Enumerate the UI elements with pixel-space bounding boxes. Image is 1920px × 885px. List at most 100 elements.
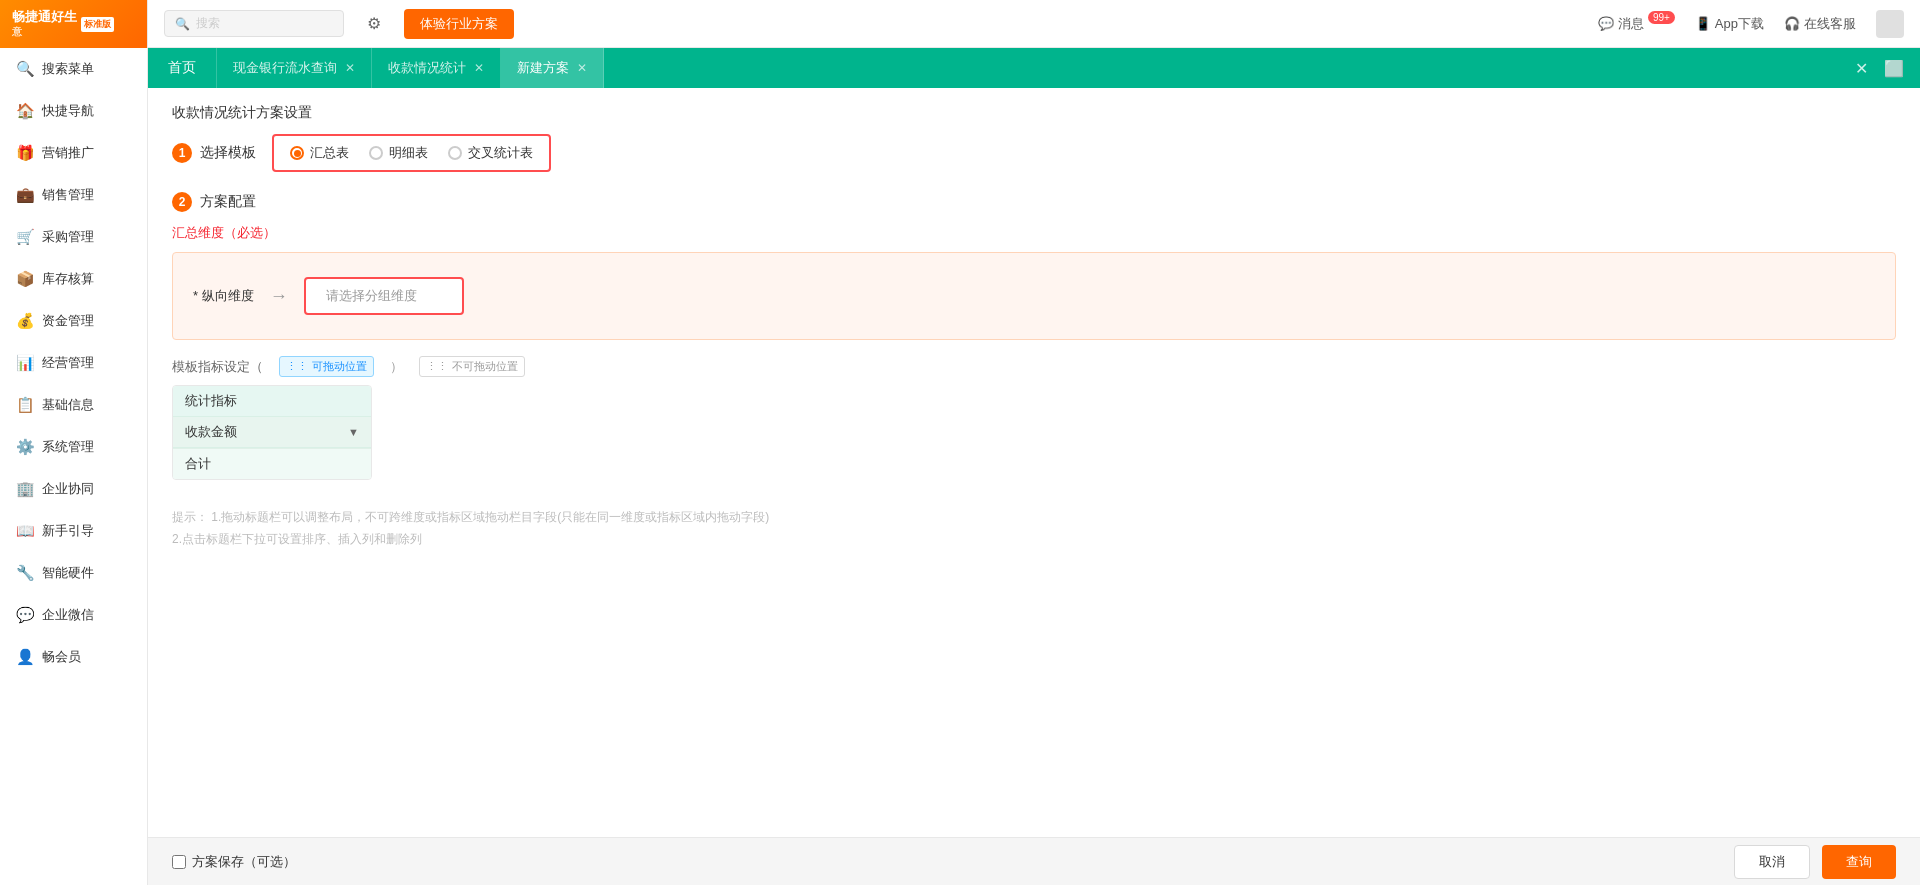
sidebar-item-label: 快捷导航 <box>42 102 94 120</box>
sidebar-item-label: 系统管理 <box>42 438 94 456</box>
dimension-row: * 纵向维度 → 请选择分组维度 <box>193 277 1875 315</box>
logo-sub: 意 <box>12 25 77 39</box>
tab-receipt-stats[interactable]: 收款情况统计 ✕ <box>372 48 501 88</box>
radio-detail-label: 明细表 <box>389 144 428 162</box>
tab-bank-flow-label: 现金银行流水查询 <box>233 59 337 77</box>
radio-detail[interactable]: 明细表 <box>369 144 428 162</box>
sidebar-item-label: 畅会员 <box>42 648 81 666</box>
arrow-icon: → <box>270 286 288 307</box>
radio-summary-btn[interactable] <box>290 146 304 160</box>
dimension-area: * 纵向维度 → 请选择分组维度 <box>172 252 1896 340</box>
tabbar: 首页 现金银行流水查询 ✕ 收款情况统计 ✕ 新建方案 ✕ ✕ ⬜ <box>148 48 1920 88</box>
tab-new-plan[interactable]: 新建方案 ✕ <box>501 48 604 88</box>
member-icon: 👤 <box>16 648 34 666</box>
user-avatar[interactable] <box>1876 10 1904 38</box>
marketing-icon: 🎁 <box>16 144 34 162</box>
dimension-label: 汇总维度（必选） <box>172 224 1896 242</box>
sidebar-item-sales[interactable]: 💼 销售管理 <box>0 174 147 216</box>
sidebar-item-search-menu[interactable]: 🔍 搜索菜单 <box>0 48 147 90</box>
section1-num: 1 <box>172 143 192 163</box>
base-info-icon: 📋 <box>16 396 34 414</box>
section2: 2 方案配置 汇总维度（必选） * 纵向维度 → 请选择分组维度 <box>172 192 1896 550</box>
tab-home[interactable]: 首页 <box>148 48 217 88</box>
indicators-label: 模板指标设定（ ⋮⋮ 可拖动位置 ） ⋮⋮ 不可拖动位置 <box>172 356 1896 377</box>
sidebar-item-finance[interactable]: 💰 资金管理 <box>0 300 147 342</box>
sidebar-item-label: 营销推广 <box>42 144 94 162</box>
tab-receipt-stats-close[interactable]: ✕ <box>474 61 484 75</box>
tab-bank-flow[interactable]: 现金银行流水查询 ✕ <box>217 48 372 88</box>
sidebar-item-operations[interactable]: 📊 经营管理 <box>0 342 147 384</box>
draggable-tag: ⋮⋮ 可拖动位置 <box>279 356 374 377</box>
page-title: 收款情况统计方案设置 <box>172 104 1896 134</box>
tab-maximize-icon[interactable]: ⬜ <box>1880 55 1908 82</box>
sidebar-item-inventory[interactable]: 📦 库存核算 <box>0 258 147 300</box>
radio-detail-btn[interactable] <box>369 146 383 160</box>
footer: 方案保存（可选） 取消 查询 <box>148 837 1920 885</box>
message-icon: 💬 <box>1598 16 1614 31</box>
radio-summary[interactable]: 汇总表 <box>290 144 349 162</box>
no-drag-indicator-icon: ⋮⋮ <box>426 360 448 373</box>
sidebar-item-base-info[interactable]: 📋 基础信息 <box>0 384 147 426</box>
sidebar-item-quick-nav[interactable]: 🏠 快捷导航 <box>0 90 147 132</box>
support-button[interactable]: 🎧 在线客服 <box>1784 15 1856 33</box>
indicators-section: 模板指标设定（ ⋮⋮ 可拖动位置 ） ⋮⋮ 不可拖动位置 统计指标 <box>172 356 1896 483</box>
newbie-icon: 📖 <box>16 522 34 540</box>
tab-bank-flow-close[interactable]: ✕ <box>345 61 355 75</box>
tabbar-actions: ✕ ⬜ <box>1851 55 1920 82</box>
tab-new-plan-close[interactable]: ✕ <box>577 61 587 75</box>
radio-cross-btn[interactable] <box>448 146 462 160</box>
indicator-separator: ） <box>390 358 403 376</box>
sidebar-item-enterprise-wechat[interactable]: 💬 企业微信 <box>0 594 147 636</box>
message-button[interactable]: 💬 消息 99+ <box>1598 15 1675 33</box>
sidebar-item-label: 企业微信 <box>42 606 94 624</box>
sidebar-item-system[interactable]: ⚙️ 系统管理 <box>0 426 147 468</box>
logo-text: 畅捷通好生 <box>12 9 77 25</box>
dimension-select[interactable]: 请选择分组维度 <box>304 277 464 315</box>
trial-button[interactable]: 体验行业方案 <box>404 9 514 39</box>
sidebar-logo: 畅捷通好生 意 标准版 <box>0 0 147 48</box>
vertical-dim-label: * 纵向维度 <box>193 287 254 305</box>
content-area: 收款情况统计方案设置 1 选择模板 汇总表 明细表 交叉统计 <box>148 88 1920 837</box>
sidebar-item-label: 企业协同 <box>42 480 94 498</box>
sidebar-item-label: 搜索菜单 <box>42 60 94 78</box>
chevron-down-icon: ▼ <box>348 426 359 438</box>
edition-tag: 标准版 <box>81 17 114 32</box>
stats-table-header: 统计指标 <box>173 386 371 416</box>
sidebar: 畅捷通好生 意 标准版 🔍 搜索菜单 🏠 快捷导航 🎁 营销推广 💼 销售管理 … <box>0 0 148 885</box>
support-label: 在线客服 <box>1804 15 1856 33</box>
section2-num: 2 <box>172 192 192 212</box>
main-area: 🔍 搜索 ⚙ 体验行业方案 💬 消息 99+ 📱 App下载 🎧 在线客服 首页 <box>148 0 1920 885</box>
stats-col-header[interactable]: 收款金额 ▼ <box>173 416 371 448</box>
hints-area: 提示： 1.拖动标题栏可以调整布局，不可跨维度或指标区域拖动栏目字段(只能在同一… <box>172 507 1896 550</box>
tab-close-all-icon[interactable]: ✕ <box>1851 55 1872 82</box>
tab-receipt-stats-label: 收款情况统计 <box>388 59 466 77</box>
query-button[interactable]: 查询 <box>1822 845 1896 879</box>
radio-summary-label: 汇总表 <box>310 144 349 162</box>
settings-icon[interactable]: ⚙ <box>360 10 388 38</box>
section1-title: 选择模板 <box>200 144 256 162</box>
radio-cross[interactable]: 交叉统计表 <box>448 144 533 162</box>
purchase-icon: 🛒 <box>16 228 34 246</box>
cancel-button[interactable]: 取消 <box>1734 845 1810 879</box>
download-label: App下载 <box>1715 15 1764 33</box>
support-icon: 🎧 <box>1784 16 1800 31</box>
tab-new-plan-label: 新建方案 <box>517 59 569 77</box>
radio-cross-label: 交叉统计表 <box>468 144 533 162</box>
enterprise-collab-icon: 🏢 <box>16 480 34 498</box>
sidebar-item-member[interactable]: 👤 畅会员 <box>0 636 147 678</box>
sidebar-item-enterprise-collab[interactable]: 🏢 企业协同 <box>0 468 147 510</box>
topbar: 🔍 搜索 ⚙ 体验行业方案 💬 消息 99+ 📱 App下载 🎧 在线客服 <box>148 0 1920 48</box>
message-badge: 99+ <box>1648 11 1675 24</box>
save-checkbox[interactable] <box>172 855 186 869</box>
sidebar-item-marketing[interactable]: 🎁 营销推广 <box>0 132 147 174</box>
sales-icon: 💼 <box>16 186 34 204</box>
save-label: 方案保存（可选） <box>192 853 296 871</box>
content-inner: 收款情况统计方案设置 1 选择模板 汇总表 明细表 交叉统计 <box>148 88 1920 837</box>
sidebar-item-smart-hardware[interactable]: 🔧 智能硬件 <box>0 552 147 594</box>
sidebar-item-purchase[interactable]: 🛒 采购管理 <box>0 216 147 258</box>
topbar-search[interactable]: 🔍 搜索 <box>164 10 344 37</box>
sidebar-item-newbie[interactable]: 📖 新手引导 <box>0 510 147 552</box>
app-download-button[interactable]: 📱 App下载 <box>1695 15 1764 33</box>
sidebar-item-label: 资金管理 <box>42 312 94 330</box>
topbar-right: 💬 消息 99+ 📱 App下载 🎧 在线客服 <box>1598 10 1904 38</box>
